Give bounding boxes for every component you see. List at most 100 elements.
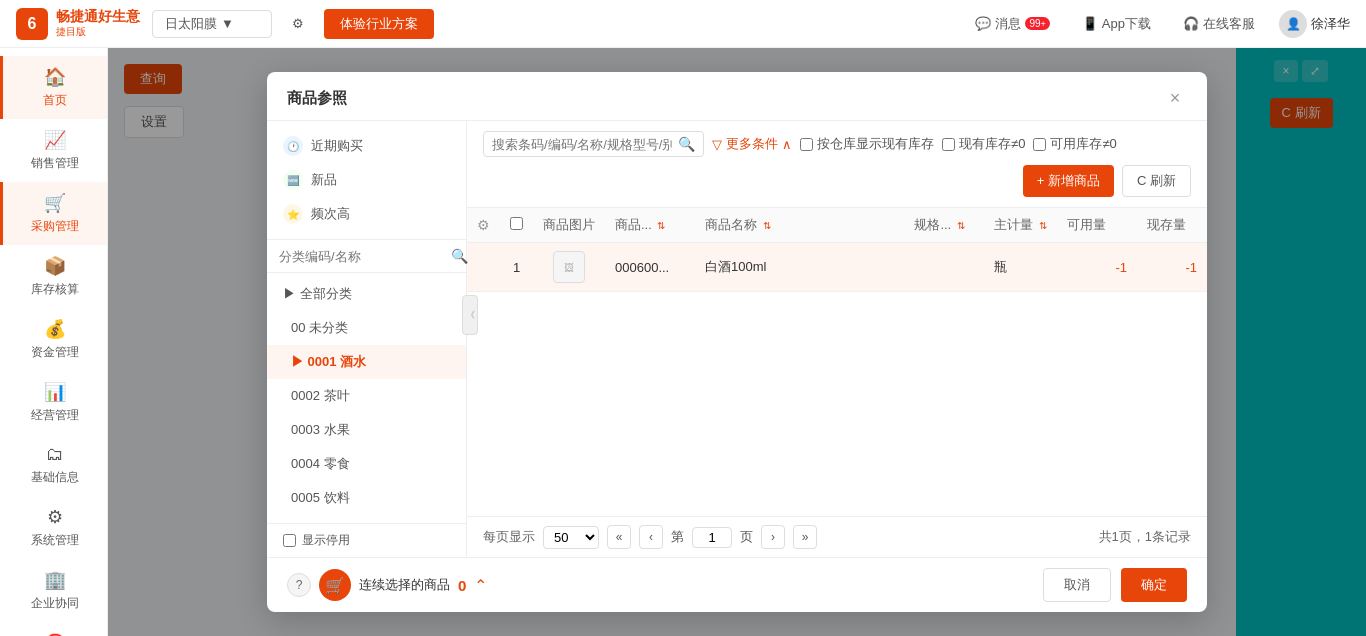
- warehouse-checkbox[interactable]: [800, 138, 813, 151]
- app-download-btn[interactable]: 📱 App下载: [1074, 11, 1159, 37]
- basicinfo-icon: 🗂: [46, 444, 64, 465]
- cat-item-0001[interactable]: ▶ 0001 酒水: [267, 345, 466, 379]
- sidebar-item-collab[interactable]: 🏢 企业协同: [0, 559, 107, 622]
- modal-header: 商品参照 ×: [267, 72, 1207, 121]
- sort-code-icon: ⇅: [657, 220, 665, 231]
- modal-close-btn[interactable]: ×: [1163, 86, 1187, 110]
- sidebar-item-label: 资金管理: [31, 344, 79, 361]
- cat-item-0003[interactable]: 0003 水果: [267, 413, 466, 447]
- filter-up-icon: ∧: [782, 137, 792, 152]
- row-spec-cell: [904, 243, 984, 292]
- stock-nonzero-checkbox-group: 现有库存≠0: [942, 135, 1025, 153]
- home-icon: 🏠: [44, 66, 66, 88]
- col-name-header[interactable]: 商品名称 ⇅: [695, 208, 904, 243]
- page-num-input[interactable]: [692, 527, 732, 548]
- avail-nonzero-checkbox[interactable]: [1033, 138, 1046, 151]
- mobile-icon: 📱: [1082, 16, 1098, 31]
- message-btn[interactable]: 💬 消息 99+: [967, 11, 1057, 37]
- cat-search-area: 🔍: [267, 240, 466, 273]
- online-service-btn[interactable]: 🎧 在线客服: [1175, 11, 1263, 37]
- product-table: ⚙ 商品图片: [467, 208, 1207, 292]
- modal-title: 商品参照: [287, 89, 347, 108]
- cat-item-label: ▶ 全部分类: [283, 285, 352, 303]
- row-unit-cell: 瓶: [984, 243, 1057, 292]
- headset-icon: 🎧: [1183, 16, 1199, 31]
- collapse-cat-btn[interactable]: 《: [462, 295, 478, 335]
- table-settings-icon[interactable]: ⚙: [477, 217, 490, 233]
- table-header: ⚙ 商品图片: [467, 208, 1207, 243]
- per-page-select[interactable]: 50 10 20 100: [543, 526, 599, 549]
- cat-search-icon[interactable]: 🔍: [451, 248, 468, 264]
- category-panel: 🕐 近期购买 🆕 新品 ⭐ 频次高: [267, 121, 467, 557]
- first-page-btn[interactable]: «: [607, 525, 631, 549]
- cat-item-label: 0002 茶叶: [291, 387, 350, 405]
- select-all-checkbox[interactable]: [510, 217, 523, 230]
- selected-count: 0: [458, 577, 466, 594]
- stock-nonzero-label: 现有库存≠0: [959, 135, 1025, 153]
- next-page-btn[interactable]: ›: [761, 525, 785, 549]
- branch-dropdown[interactable]: 日太阳膜 ▼: [152, 10, 272, 38]
- sidebar-item-sales[interactable]: 📈 销售管理: [0, 119, 107, 182]
- col-unit-header[interactable]: 主计量 ⇅: [984, 208, 1057, 243]
- settings-btn[interactable]: ⚙: [284, 12, 312, 35]
- sidebar-item-finance[interactable]: 💰 资金管理: [0, 308, 107, 371]
- sidebar-item-system[interactable]: ⚙ 系统管理: [0, 496, 107, 559]
- cat-item-label: 0003 水果: [291, 421, 350, 439]
- pagination-bar: 每页显示 50 10 20 100 « ‹ 第 页: [467, 516, 1207, 557]
- sidebar-item-operations[interactable]: 📊 经营管理: [0, 371, 107, 434]
- sidebar-item-label: 经营管理: [31, 407, 79, 424]
- avail-nonzero-label: 可用库存≠0: [1050, 135, 1116, 153]
- cancel-btn[interactable]: 取消: [1043, 568, 1111, 602]
- trial-btn[interactable]: 体验行业方案: [324, 9, 434, 39]
- cat-tab-freq-label: 频次高: [311, 205, 350, 223]
- cat-tab-recent[interactable]: 🕐 近期购买: [267, 129, 466, 163]
- col-code-header[interactable]: 商品... ⇅: [605, 208, 695, 243]
- add-product-btn[interactable]: + 新增商品: [1023, 165, 1114, 197]
- cart-btn[interactable]: 🛒: [319, 569, 351, 601]
- cat-item-0005[interactable]: 0005 饮料: [267, 481, 466, 515]
- cat-item-0004[interactable]: 0004 零食: [267, 447, 466, 481]
- username-label: 徐泽华: [1311, 15, 1350, 33]
- prev-page-btn[interactable]: ‹: [639, 525, 663, 549]
- sidebar-item-purchase[interactable]: 🛒 采购管理: [0, 182, 107, 245]
- cat-tab-freq[interactable]: ⭐ 频次高: [267, 197, 466, 231]
- sidebar-item-guide[interactable]: 🎯 新手引导: [0, 622, 107, 636]
- col-stock-header: 现存量: [1137, 208, 1207, 243]
- chevron-down-icon: ▼: [221, 16, 234, 31]
- cat-item-all[interactable]: ▶ 全部分类: [267, 277, 466, 311]
- product-search-input[interactable]: [492, 137, 672, 152]
- cat-item-0002[interactable]: 0002 茶叶: [267, 379, 466, 413]
- last-page-btn[interactable]: »: [793, 525, 817, 549]
- sidebar-item-home[interactable]: 🏠 首页: [0, 56, 107, 119]
- col-spec-header[interactable]: 规格... ⇅: [904, 208, 984, 243]
- warehouse-label: 按仓库显示现有库存: [817, 135, 934, 153]
- footer-right: 取消 确定: [1043, 568, 1187, 602]
- message-icon: 💬: [975, 16, 991, 31]
- refresh-btn[interactable]: C 刷新: [1122, 165, 1191, 197]
- cat-tab-new[interactable]: 🆕 新品: [267, 163, 466, 197]
- stock-nonzero-checkbox[interactable]: [942, 138, 955, 151]
- filter-btn[interactable]: ▽ 更多条件 ∧: [712, 135, 792, 153]
- search-icon[interactable]: 🔍: [678, 136, 695, 152]
- show-disabled-checkbox[interactable]: [283, 534, 296, 547]
- col-settings: ⚙: [467, 208, 500, 243]
- user-area[interactable]: 👤 徐泽华: [1279, 10, 1350, 38]
- modal-overlay: 商品参照 × 🕐 近期购买 🆕: [108, 48, 1366, 636]
- footer-left: ? 🛒 连续选择的商品 0 ⌃: [287, 569, 487, 601]
- confirm-btn[interactable]: 确定: [1121, 568, 1187, 602]
- sidebar-item-label: 采购管理: [31, 218, 79, 235]
- table-row[interactable]: 1 🖼 000600...: [467, 243, 1207, 292]
- sidebar-item-basicinfo[interactable]: 🗂 基础信息: [0, 434, 107, 496]
- message-badge: 99+: [1025, 17, 1049, 30]
- sidebar-item-label: 企业协同: [31, 595, 79, 612]
- collapse-footer-btn[interactable]: ⌃: [474, 576, 487, 595]
- cat-search-input[interactable]: [279, 249, 447, 264]
- cat-item-label: 00 未分类: [291, 319, 348, 337]
- col-check-header: [500, 208, 533, 243]
- cat-item-00[interactable]: 00 未分类: [267, 311, 466, 345]
- help-btn[interactable]: ?: [287, 573, 311, 597]
- sidebar-item-label: 系统管理: [31, 532, 79, 549]
- cat-item-0008[interactable]: 0008 水: [267, 515, 466, 523]
- sidebar-item-inventory[interactable]: 📦 库存核算: [0, 245, 107, 308]
- gear-icon: ⚙: [292, 16, 304, 31]
